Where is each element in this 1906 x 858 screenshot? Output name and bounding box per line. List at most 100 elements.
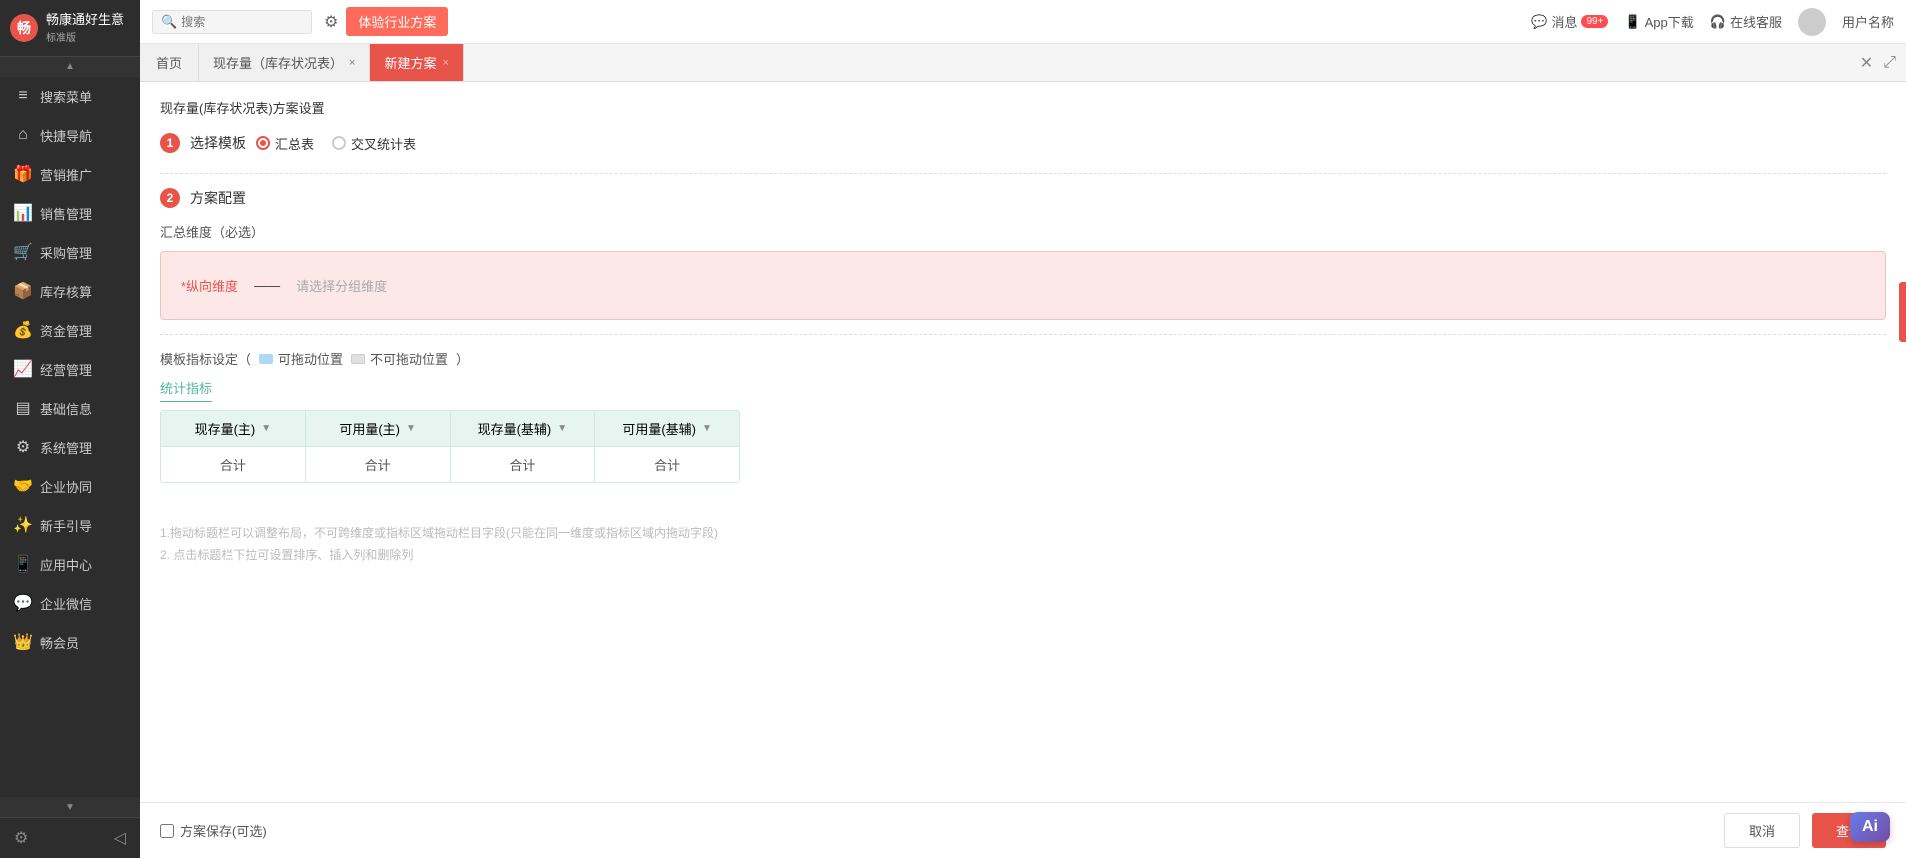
home-icon: ⌂ (14, 126, 32, 144)
sidebar-item-label: 企业协同 (40, 477, 92, 496)
sidebar-item-inventory[interactable]: 📦 库存核算 (0, 272, 140, 311)
section2-title: 方案配置 (190, 188, 246, 208)
panel-close-icon[interactable]: ✕ (1860, 53, 1873, 73)
handshake-icon: 🤝 (14, 477, 32, 495)
stats-col-header-3[interactable]: 可用量(基辅) ▼ (595, 411, 739, 446)
chat-icon: 💬 (14, 594, 32, 612)
tab-new-scheme-label: 新建方案 (384, 53, 436, 72)
indicator-label: 模板指标设定（ 可拖动位置 不可拖动位置 ） (160, 349, 1886, 368)
sidebar-item-system[interactable]: ⚙ 系统管理 (0, 428, 140, 467)
stats-col-body-2: 合计 (451, 447, 596, 482)
stats-table-body: 合计 合计 合计 合计 (161, 447, 739, 482)
stats-col-header-0[interactable]: 现存量(主) ▼ (161, 411, 306, 446)
stats-label: 统计指标 (160, 378, 212, 402)
chevron-down-icon-1[interactable]: ▼ (406, 423, 416, 434)
gear-icon: ⚙ (14, 438, 32, 456)
dimension-box[interactable]: *纵向维度 —— 请选择分组维度 (160, 251, 1886, 320)
section1-num: 1 (160, 133, 180, 153)
sidebar-item-app-center[interactable]: 📱 应用中心 (0, 545, 140, 584)
section1-header: 1 选择模板 汇总表 交叉统计表 (160, 133, 1886, 153)
sidebar-item-sales[interactable]: 📊 销售管理 (0, 194, 140, 233)
template-radio-group: 汇总表 交叉统计表 (256, 134, 416, 153)
topbar-gear-icon[interactable]: ⚙ (324, 12, 338, 32)
radio-summary[interactable]: 汇总表 (256, 134, 314, 153)
sidebar-bottom: ⚙ ◁ (0, 817, 140, 858)
main-area: 🔍 ⚙ 体验行业方案 💬 消息 99+ 📱 App下载 🎧 在线客服 用户名称 (140, 0, 1906, 858)
chevron-down-icon-2[interactable]: ▼ (557, 423, 567, 434)
ai-badge[interactable]: Ai (1850, 812, 1890, 842)
stats-section: 统计指标 现存量(主) ▼ 可用量(主) ▼ (160, 378, 1886, 483)
divider-2 (160, 334, 1886, 335)
dimension-line: —— (254, 278, 280, 293)
box-icon: 📦 (14, 282, 32, 300)
tips-item-0: 1.拖动标题栏可以调整布局，不可跨维度或指标区域拖动栏目字段(只能在同一维度或指… (160, 523, 1886, 545)
section-template: 1 选择模板 汇总表 交叉统计表 (160, 133, 1886, 153)
tab-home[interactable]: 首页 (140, 44, 199, 81)
divider-1 (160, 173, 1886, 174)
message-icon: 💬 (1531, 14, 1547, 30)
customer-service-button[interactable]: 🎧 在线客服 (1710, 12, 1782, 31)
sidebar-item-search-menu[interactable]: ≡ 搜索菜单 (0, 77, 140, 116)
dimension-required-label: 汇总维度（必选） (160, 222, 1886, 241)
crown-icon: 👑 (14, 633, 32, 651)
section1-title: 选择模板 (190, 133, 246, 153)
sidebar-item-new-guide[interactable]: ✨ 新手引导 (0, 506, 140, 545)
section2-num: 2 (160, 188, 180, 208)
sidebar-item-label: 快捷导航 (40, 126, 92, 145)
sparkle-icon: ✨ (14, 516, 32, 534)
chart-icon: 📊 (14, 204, 32, 222)
stats-col-header-2[interactable]: 现存量(基辅) ▼ (451, 411, 596, 446)
tab-inventory-status[interactable]: 现存量（库存状况表） × (199, 44, 370, 81)
app-download-button[interactable]: 📱 App下载 (1624, 12, 1693, 31)
industry-solution-button[interactable]: 体验行业方案 (346, 7, 448, 36)
tab-new-scheme[interactable]: 新建方案 × (370, 44, 463, 81)
radio-cross[interactable]: 交叉统计表 (332, 134, 416, 153)
tab-home-label: 首页 (156, 53, 182, 72)
sidebar-scroll-down[interactable]: ▼ (0, 797, 140, 817)
speaker-icon[interactable]: ◁ (114, 828, 126, 848)
sidebar-item-quick-nav[interactable]: ⌂ 快捷导航 (0, 116, 140, 155)
stats-table: 现存量(主) ▼ 可用量(主) ▼ 现存量(基辅) ▼ (160, 410, 740, 483)
sidebar-item-label: 销售管理 (40, 204, 92, 223)
tab-inventory-close-icon[interactable]: × (349, 57, 355, 69)
sidebar-item-label: 采购管理 (40, 243, 92, 262)
tips-item-1: 2. 点击标题栏下拉可设置排序、插入列和删除列 (160, 545, 1886, 567)
sidebar-item-basic-info[interactable]: ▤ 基础信息 (0, 389, 140, 428)
sidebar-item-label: 新手引导 (40, 516, 92, 535)
page-title: 现存量(库存状况表)方案设置 (160, 98, 1886, 117)
tab-inventory-label: 现存量（库存状况表） (213, 53, 343, 72)
save-scheme-checkbox[interactable]: 方案保存(可选) (160, 821, 267, 840)
sidebar-item-member[interactable]: 👑 畅会员 (0, 623, 140, 662)
tips-section: 1.拖动标题栏可以调整布局，不可跨维度或指标区域拖动栏目字段(只能在同一维度或指… (160, 523, 1886, 566)
sidebar-item-marketing[interactable]: 🎁 营销推广 (0, 155, 140, 194)
stats-col-body-0: 合计 (161, 447, 306, 482)
stats-col-header-1[interactable]: 可用量(主) ▼ (306, 411, 451, 446)
sidebar-item-operation[interactable]: 📈 经营管理 (0, 350, 140, 389)
settings-icon[interactable]: ⚙ (14, 828, 28, 848)
sidebar-item-purchase[interactable]: 🛒 采购管理 (0, 233, 140, 272)
sidebar-item-wechat[interactable]: 💬 企业微信 (0, 584, 140, 623)
sidebar-scroll-up[interactable]: ▲ (0, 57, 140, 77)
sidebar-item-finance[interactable]: 💰 资金管理 (0, 311, 140, 350)
sidebar-item-label: 系统管理 (40, 438, 92, 457)
search-input[interactable] (181, 15, 301, 29)
chevron-down-icon-0[interactable]: ▼ (261, 423, 271, 434)
list-icon: ▤ (14, 399, 32, 417)
no-drag-indicator (351, 354, 365, 364)
messages-button[interactable]: 💬 消息 99+ (1531, 12, 1608, 31)
panel-expand-icon[interactable]: ⤢ (1883, 54, 1896, 72)
footer: 方案保存(可选) 取消 查询 (140, 802, 1906, 858)
chevron-down-icon-3[interactable]: ▼ (702, 423, 712, 434)
right-edge-panel[interactable] (1899, 282, 1906, 342)
tab-new-scheme-close-icon[interactable]: × (442, 57, 448, 69)
sidebar-item-label: 畅会员 (40, 633, 79, 652)
gift-icon: 🎁 (14, 165, 32, 183)
stats-table-header: 现存量(主) ▼ 可用量(主) ▼ 现存量(基辅) ▼ (161, 411, 739, 447)
topbar-search-box[interactable]: 🔍 (152, 10, 312, 34)
cancel-button[interactable]: 取消 (1724, 813, 1800, 848)
stats-col-body-3: 合计 (595, 447, 739, 482)
search-icon: 🔍 (161, 14, 177, 30)
stats-col-body-1: 合计 (306, 447, 451, 482)
sidebar-item-cooperation[interactable]: 🤝 企业协同 (0, 467, 140, 506)
save-checkbox-input[interactable] (160, 824, 174, 838)
